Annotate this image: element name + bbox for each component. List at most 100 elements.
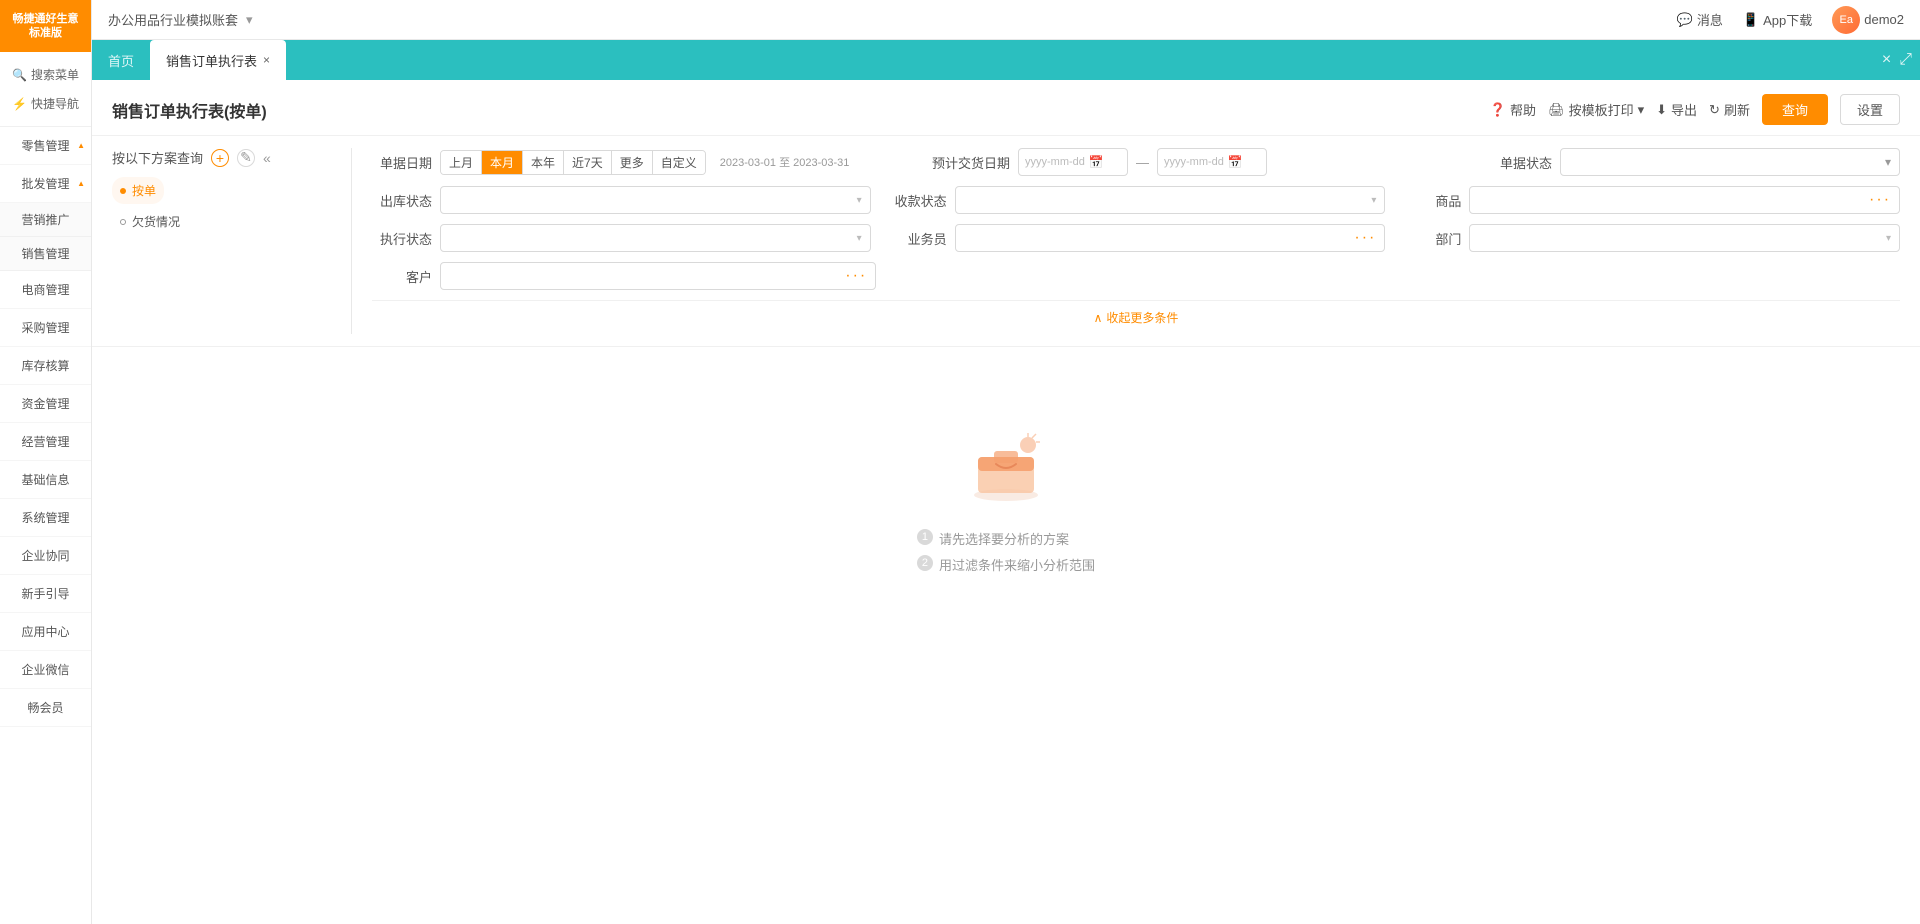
scheme-dot-icon (120, 188, 126, 194)
scheme-option-by-order[interactable]: 按单 (112, 177, 164, 204)
salesperson-label: 业务员 (887, 229, 947, 248)
topbar-right: 💬 消息 📱 App下载 Ea demo2 (1677, 6, 1904, 34)
filter-order-status-item: 单据状态 ▾ (1492, 148, 1900, 176)
collection-status-select[interactable]: ▾ (955, 186, 1386, 214)
page-header: 销售订单执行表(按单) ❓ 帮助 🖨 按模板打印 ▾ ⬇ 导出 ↻ 刷新 (92, 80, 1920, 136)
download-icon: 📱 (1743, 12, 1759, 28)
tab-home[interactable]: 首页 (92, 40, 150, 80)
sidebar-item-guide[interactable]: 新手引导 (0, 575, 91, 613)
outbound-label: 出库状态 (372, 191, 432, 210)
department-arrow-icon: ▾ (1886, 233, 1891, 244)
sidebar-item-sales[interactable]: 销售管理 (0, 237, 91, 271)
user-menu[interactable]: Ea demo2 (1832, 6, 1904, 34)
customer-label: 客户 (372, 267, 432, 286)
main-content: 办公用品行业模拟账套 ▾ 💬 消息 📱 App下载 Ea demo2 首页 (92, 0, 1920, 924)
sidebar-item-ecommerce[interactable]: 电商管理 (0, 271, 91, 309)
outbound-status-select[interactable]: ▾ (440, 186, 871, 214)
tip-num-1: 1 (917, 529, 933, 545)
collapse-arrow-icon: ∧ (1094, 311, 1103, 325)
query-button[interactable]: 查询 (1762, 94, 1828, 125)
sidebar-item-membership[interactable]: 畅会员 (0, 689, 91, 727)
export-icon: ⬇ (1656, 102, 1667, 118)
search-icon: 🔍 (12, 68, 27, 82)
add-scheme-button[interactable]: + (211, 149, 229, 167)
date-tab-more[interactable]: 更多 (612, 151, 653, 174)
date-tab-last-month[interactable]: 上月 (441, 151, 482, 174)
sidebar-item-finance[interactable]: 资金管理 (0, 385, 91, 423)
sidebar-item-enterprise-collab[interactable]: 企业协同 (0, 537, 91, 575)
collection-arrow-icon: ▾ (1371, 195, 1376, 206)
date-tab-this-month[interactable]: 本月 (482, 151, 523, 174)
expected-date-end-input[interactable]: yyyy-mm-dd 📅 (1157, 148, 1267, 176)
sidebar-item-marketing[interactable]: 营销推广 (0, 203, 91, 237)
sidebar-item-inventory[interactable]: 库存核算 (0, 347, 91, 385)
filter-scheme-header: 按以下方案查询 + ✎ « (112, 148, 335, 167)
sidebar-item-retail[interactable]: 零售管理 (0, 127, 91, 165)
logo-text: 畅捷通好生意 标准版 (13, 12, 79, 41)
window-close-icon[interactable]: × (1882, 51, 1891, 69)
sidebar-item-wholesale[interactable]: 批发管理 (0, 165, 91, 203)
filter-row-4: 客户 ··· (372, 262, 1900, 290)
date-tab-7days[interactable]: 近7天 (564, 151, 612, 174)
print-icon: 🖨 (1548, 102, 1565, 118)
help-icon: ❓ (1490, 102, 1506, 118)
goods-label: 商品 (1401, 191, 1461, 210)
goods-dots-icon[interactable]: ··· (1869, 191, 1891, 209)
breadcrumb-text: 办公用品行业模拟账套 (108, 10, 238, 29)
collapse-more-button[interactable]: ∧ 收起更多条件 (372, 300, 1900, 334)
export-button[interactable]: ⬇ 导出 (1656, 100, 1697, 119)
refresh-icon: ↻ (1709, 102, 1720, 118)
customer-select[interactable]: ··· (440, 262, 876, 290)
refresh-button[interactable]: ↻ 刷新 (1709, 100, 1750, 119)
execute-arrow-icon: ▾ (857, 233, 862, 244)
order-status-select[interactable]: ▾ (1560, 148, 1900, 176)
execute-status-select[interactable]: ▾ (440, 224, 871, 252)
sidebar-item-purchase[interactable]: 采购管理 (0, 309, 91, 347)
scheme-option-shortage[interactable]: 欠货情况 (112, 208, 335, 235)
date-tab-custom[interactable]: 自定义 (653, 151, 705, 174)
order-status-label: 单据状态 (1492, 153, 1552, 172)
message-button[interactable]: 💬 消息 (1677, 10, 1723, 29)
customer-dots-icon[interactable]: ··· (845, 267, 867, 285)
empty-icon (956, 427, 1056, 507)
window-expand-icon[interactable]: ⤢ (1899, 51, 1912, 69)
filter-execute-item: 执行状态 ▾ (372, 224, 871, 252)
salesperson-select[interactable]: ··· (955, 224, 1386, 252)
app-download-button[interactable]: 📱 App下载 (1743, 10, 1812, 29)
settings-button[interactable]: 设置 (1840, 94, 1900, 125)
breadcrumb-arrow-icon[interactable]: ▾ (246, 12, 253, 28)
tab-sales-execute[interactable]: 销售订单执行表 × (150, 40, 286, 80)
sidebar-item-system[interactable]: 系统管理 (0, 499, 91, 537)
collapse-scheme-button[interactable]: « (263, 150, 271, 166)
edit-scheme-button[interactable]: ✎ (237, 149, 255, 167)
sidebar-item-basic-info[interactable]: 基础信息 (0, 461, 91, 499)
tab-close-icon[interactable]: × (263, 53, 270, 67)
department-select[interactable]: ▾ (1469, 224, 1900, 252)
tip-item-2: 2 用过滤条件来缩小分析范围 (917, 553, 1095, 579)
tabbar: 首页 销售订单执行表 × × ⤢ (92, 40, 1920, 80)
filter-area: 按以下方案查询 + ✎ « 按单 欠货情况 (92, 136, 1920, 347)
filter-customer-item: 客户 ··· (372, 262, 876, 290)
filter-collection-item: 收款状态 ▾ (887, 186, 1386, 214)
tip-num-2: 2 (917, 555, 933, 571)
print-arrow-icon: ▾ (1638, 102, 1645, 118)
filter-outbound-item: 出库状态 ▾ (372, 186, 871, 214)
date-range-text: 2023-03-01 至 2023-03-31 (720, 154, 850, 170)
print-button[interactable]: 🖨 按模板打印 ▾ (1548, 100, 1644, 119)
filter-scheme-panel: 按以下方案查询 + ✎ « 按单 欠货情况 (112, 148, 352, 334)
filter-row-3: 执行状态 ▾ 业务员 ··· 部门 (372, 224, 1900, 252)
sidebar-item-enterprise-wechat[interactable]: 企业微信 (0, 651, 91, 689)
help-button[interactable]: ❓ 帮助 (1490, 100, 1536, 119)
message-icon: 💬 (1677, 12, 1693, 28)
search-menu-item[interactable]: 🔍 搜索菜单 (6, 60, 85, 89)
tip-item-1: 1 请先选择要分析的方案 (917, 527, 1095, 553)
sidebar-item-management[interactable]: 经营管理 (0, 423, 91, 461)
sidebar-item-app-center[interactable]: 应用中心 (0, 613, 91, 651)
date-label: 单据日期 (372, 153, 432, 172)
page-title: 销售订单执行表(按单) (112, 98, 267, 122)
quick-nav-item[interactable]: ⚡ 快捷导航 (6, 89, 85, 118)
goods-select[interactable]: ··· (1469, 186, 1900, 214)
date-tab-this-year[interactable]: 本年 (523, 151, 564, 174)
expected-date-start-input[interactable]: yyyy-mm-dd 📅 (1018, 148, 1128, 176)
salesperson-dots-icon[interactable]: ··· (1354, 229, 1376, 247)
